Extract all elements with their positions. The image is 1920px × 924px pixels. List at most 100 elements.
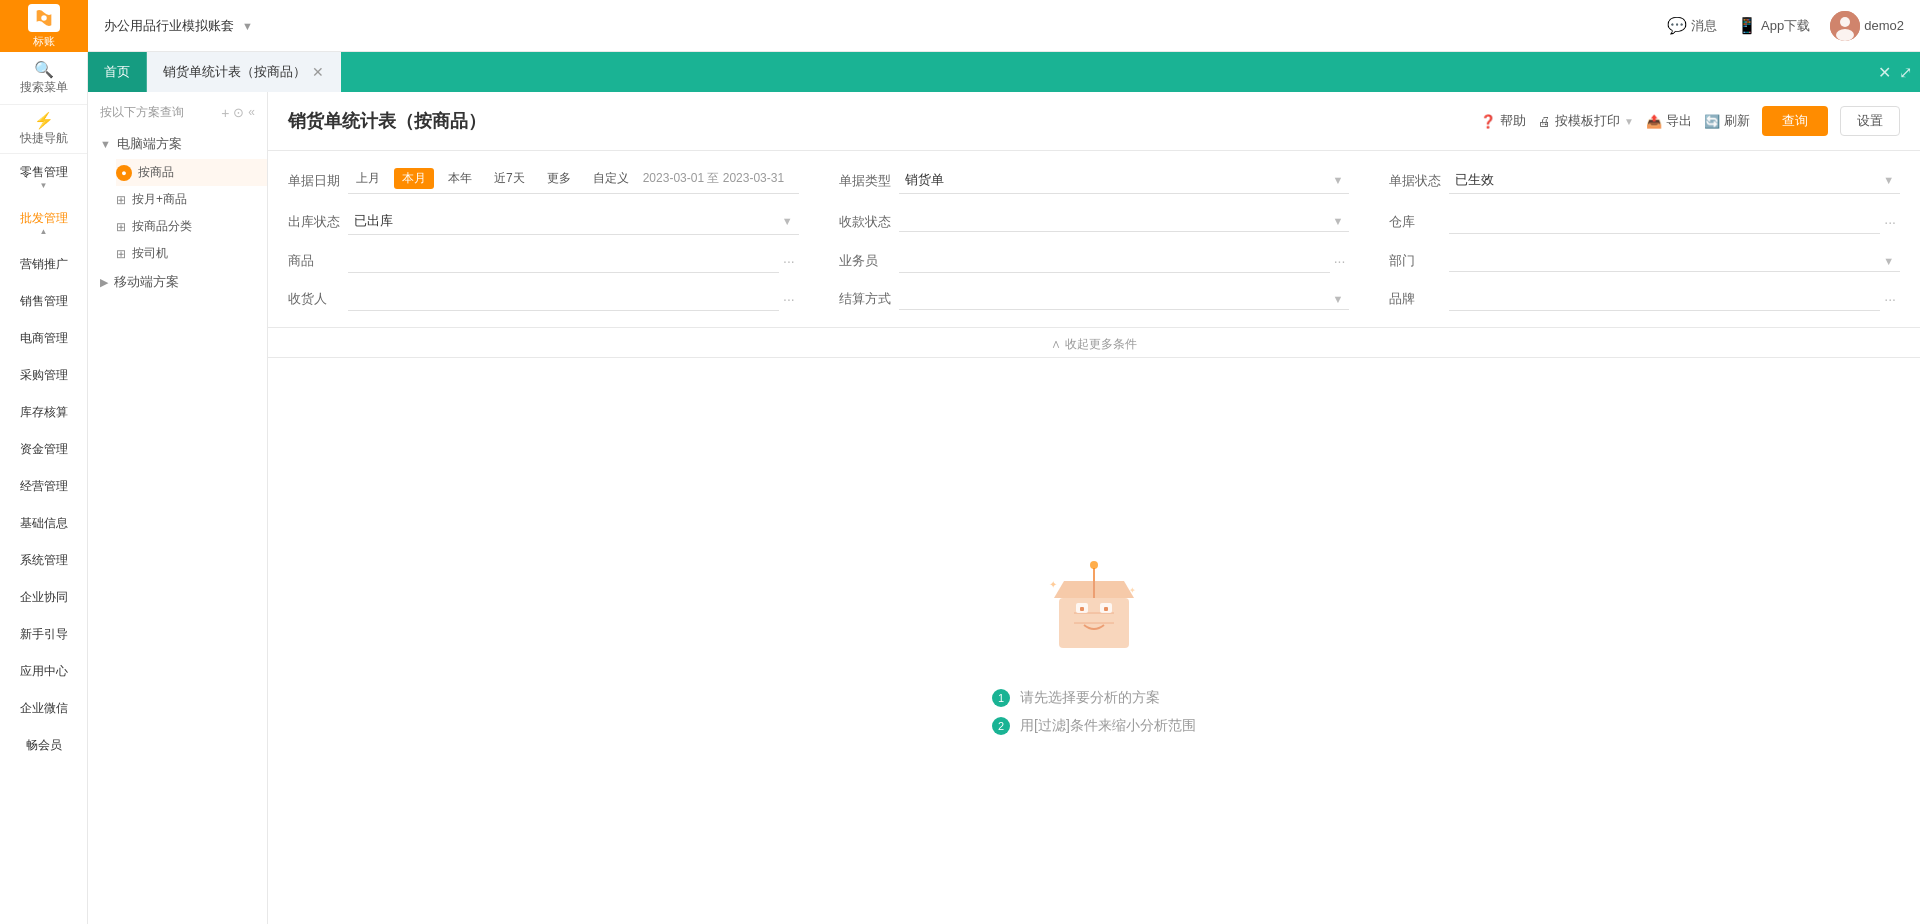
left-panel: 按以下方案查询 + ⊙ « ▼ 电脑端方案 ● 按商品 ⊞ 按月+	[88, 92, 268, 924]
salesperson-dots[interactable]: ···	[1330, 253, 1350, 269]
mobile-group[interactable]: ▶ 移动端方案	[88, 267, 267, 297]
doc-status-select[interactable]: 已生效 ▼	[1449, 167, 1900, 194]
refresh-btn[interactable]: 🔄 刷新	[1704, 112, 1750, 130]
help-btn[interactable]: ❓ 帮助	[1480, 112, 1526, 130]
warehouse-input[interactable]	[1449, 210, 1880, 234]
svg-text:✦: ✦	[1129, 586, 1136, 595]
sidebar-item-procurement[interactable]: 采购管理	[0, 357, 87, 394]
date-custom-btn[interactable]: 自定义	[585, 168, 637, 189]
doc-status-arrow-icon: ▼	[1883, 174, 1894, 186]
salesperson-field: 业务员 ···	[839, 249, 1350, 273]
date-more-btn[interactable]: 更多	[539, 168, 579, 189]
industry-dropdown-arrow[interactable]: ▼	[242, 20, 253, 32]
scheme-by-goods[interactable]: ● 按商品	[116, 159, 267, 186]
sidebar-item-inventory[interactable]: 库存核算	[0, 394, 87, 431]
app-name: 标账	[33, 34, 55, 49]
out-status-value: 已出库	[354, 212, 393, 230]
doc-type-select[interactable]: 销货单 ▼	[899, 167, 1350, 194]
export-icon: 📤	[1646, 114, 1662, 129]
print-template-btn[interactable]: 🖨 按模板打印 ▼	[1538, 112, 1634, 130]
mobile-group-arrow: ▶	[100, 276, 108, 289]
tab-close-window-icon[interactable]: ✕	[1878, 63, 1891, 82]
recipient-field: 收货人 ···	[288, 287, 799, 311]
svg-point-2	[1840, 17, 1850, 27]
query-button[interactable]: 查询	[1762, 106, 1828, 136]
print-label: 按模板打印	[1555, 112, 1620, 130]
message-btn[interactable]: 💬 消息	[1667, 16, 1717, 35]
brand-dots[interactable]: ···	[1880, 291, 1900, 307]
goods-field: 商品 ···	[288, 249, 799, 273]
sidebar-item-enterprise[interactable]: 企业协同	[0, 579, 87, 616]
payment-status-select[interactable]: ▼	[899, 211, 1350, 232]
quick-nav[interactable]: ⚡ 快捷导航	[0, 105, 87, 154]
date-last-7-days-btn[interactable]: 近7天	[486, 168, 533, 189]
sidebar: 标账 🔍 搜索菜单 ⚡ 快捷导航 零售管理 ▼ 批发管理 ▲ 营销推广 销售管理…	[0, 0, 88, 924]
department-select[interactable]: ▼	[1449, 251, 1900, 272]
add-scheme-btn[interactable]: +	[221, 105, 229, 121]
date-selector: 上月 本月 本年 近7天 更多 自定义 2023-03-01 至 2023-03…	[348, 168, 799, 194]
warehouse-dots[interactable]: ···	[1880, 214, 1900, 230]
retail-arrow: ▼	[40, 181, 48, 190]
scheme-by-goods-category[interactable]: ⊞ 按商品分类	[116, 213, 267, 240]
sidebar-item-finance[interactable]: 资金管理	[0, 431, 87, 468]
tab-close-icon[interactable]: ✕	[312, 65, 324, 79]
user-profile[interactable]: demo2	[1830, 11, 1904, 41]
sidebar-item-system[interactable]: 系统管理	[0, 542, 87, 579]
edit-scheme-btn[interactable]: ⊙	[233, 105, 244, 121]
sidebar-item-retail[interactable]: 零售管理 ▼	[0, 154, 87, 200]
app-download-btn[interactable]: 📱 App下载	[1737, 16, 1810, 35]
content-area: 按以下方案查询 + ⊙ « ▼ 电脑端方案 ● 按商品 ⊞ 按月+	[88, 92, 1920, 924]
recipient-dots[interactable]: ···	[779, 291, 799, 307]
date-this-year-btn[interactable]: 本年	[440, 168, 480, 189]
doc-status-value: 已生效	[1455, 171, 1494, 189]
goods-input[interactable]	[348, 249, 779, 273]
sidebar-item-wholesale[interactable]: 批发管理 ▲	[0, 200, 87, 246]
date-last-month-btn[interactable]: 上月	[348, 168, 388, 189]
svg-point-3	[1836, 29, 1854, 41]
tab-expand-icon[interactable]: ⤢	[1899, 63, 1912, 82]
quick-nav-label: 快捷导航	[0, 130, 87, 147]
collapse-panel-btn[interactable]: «	[248, 105, 255, 121]
empty-line-1: 1 请先选择要分析的方案	[992, 683, 1196, 711]
date-range-text: 2023-03-01 至 2023-03-31	[643, 170, 784, 187]
by-goods-icon: ●	[116, 165, 132, 181]
sidebar-item-wechat[interactable]: 企业微信	[0, 690, 87, 727]
empty-state: ✦ ✦ 1 请先选择要分析的方案 2 用[过滤]条件来缩小分析范围	[268, 358, 1920, 924]
collapse-filters-btn[interactable]: ∧ 收起更多条件	[268, 328, 1920, 358]
wholesale-label: 批发管理	[20, 210, 68, 227]
pc-group[interactable]: ▼ 电脑端方案	[88, 129, 267, 159]
brand-input[interactable]	[1449, 287, 1880, 311]
payment-status-arrow-icon: ▼	[1332, 215, 1343, 227]
industry-selector[interactable]: 办公用品行业模拟账套	[104, 17, 234, 35]
goods-label: 商品	[288, 252, 348, 270]
sidebar-item-guide[interactable]: 新手引导	[0, 616, 87, 653]
settings-button[interactable]: 设置	[1840, 106, 1900, 136]
settlement-select[interactable]: ▼	[899, 289, 1350, 310]
recipient-input[interactable]	[348, 287, 779, 311]
scheme-by-month-goods[interactable]: ⊞ 按月+商品	[116, 186, 267, 213]
sidebar-item-marketing[interactable]: 营销推广	[0, 246, 87, 283]
sales-label: 销售管理	[20, 293, 68, 310]
out-status-select[interactable]: 已出库 ▼	[348, 208, 799, 235]
scheme-by-cashier[interactable]: ⊞ 按司机	[116, 240, 267, 267]
sidebar-item-basic[interactable]: 基础信息	[0, 505, 87, 542]
sidebar-item-ecommerce[interactable]: 电商管理	[0, 320, 87, 357]
tab-home[interactable]: 首页	[88, 52, 147, 92]
refresh-label: 刷新	[1724, 112, 1750, 130]
member-label: 畅会员	[26, 737, 62, 754]
filter-row-2: 出库状态 已出库 ▼ 收款状态 ▼	[288, 208, 1900, 235]
date-field: 单据日期 上月 本月 本年 近7天 更多 自定义 2023-03-01 至 20…	[288, 168, 799, 194]
export-btn[interactable]: 📤 导出	[1646, 112, 1692, 130]
date-this-month-btn[interactable]: 本月	[394, 168, 434, 189]
sidebar-item-apps[interactable]: 应用中心	[0, 653, 87, 690]
doc-type-label: 单据类型	[839, 172, 899, 190]
sidebar-item-sales[interactable]: 销售管理	[0, 283, 87, 320]
sidebar-item-operations[interactable]: 经营管理	[0, 468, 87, 505]
salesperson-input[interactable]	[899, 249, 1330, 273]
goods-dots[interactable]: ···	[779, 253, 799, 269]
finance-label: 资金管理	[20, 441, 68, 458]
search-menu[interactable]: 🔍 搜索菜单	[0, 52, 87, 105]
app-download-label: App下载	[1761, 17, 1810, 35]
tab-sales-stats[interactable]: 销货单统计表（按商品） ✕	[147, 52, 341, 92]
sidebar-item-member[interactable]: 畅会员	[0, 727, 87, 764]
